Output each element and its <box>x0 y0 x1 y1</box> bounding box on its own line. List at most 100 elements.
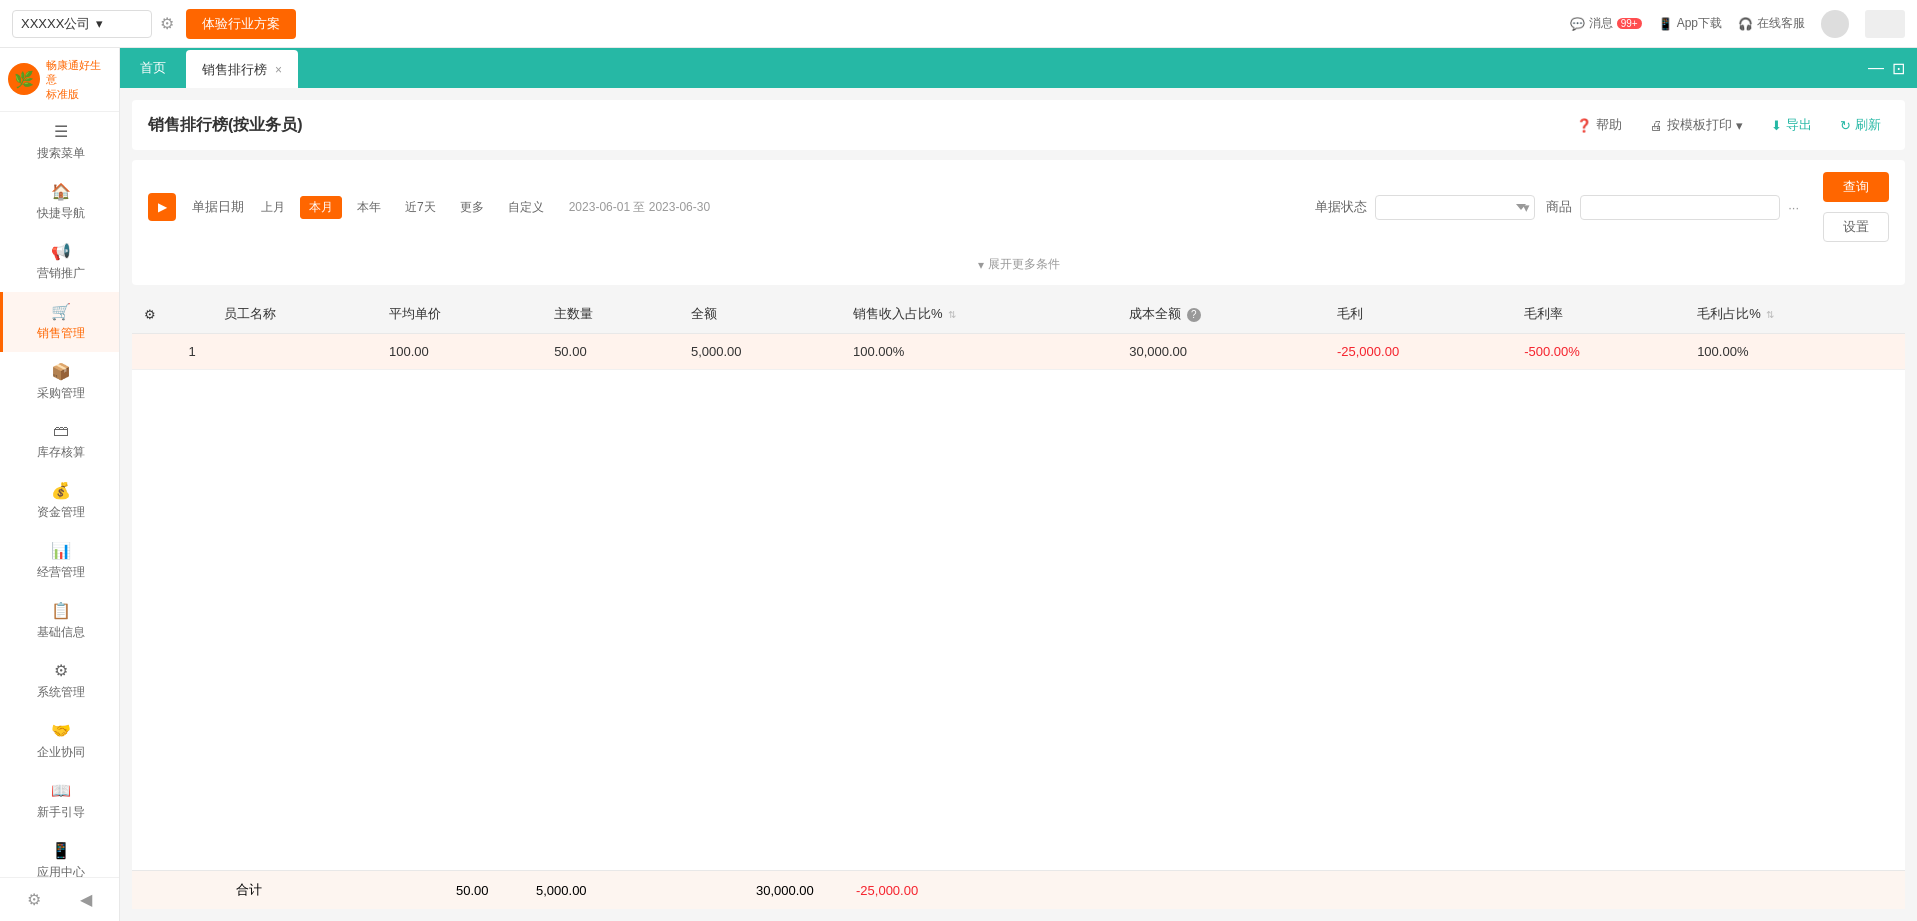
th-cost: 成本全额 ? <box>1117 295 1325 334</box>
sidebar-bottom: ⚙ ◀ <box>0 877 119 921</box>
sidebar-item-enterprise[interactable]: 🤝 企业协同 <box>0 711 119 771</box>
tab-bar-right: — ⊡ <box>1868 59 1917 78</box>
table-wrapper: ⚙ 员工名称 平均单价 主数量 <box>132 295 1905 870</box>
help-label: 帮助 <box>1596 116 1622 134</box>
td-revenue-pct: 100.00% <box>841 334 1117 370</box>
sidebar-settings-icon[interactable]: ⚙ <box>27 890 41 909</box>
sales-ranking-table: ⚙ 员工名称 平均单价 主数量 <box>132 295 1905 370</box>
date-btn-last-month[interactable]: 上月 <box>252 196 294 219</box>
date-btn-custom[interactable]: 自定义 <box>499 196 553 219</box>
td-settings <box>132 334 172 370</box>
th-rank <box>172 295 212 334</box>
goods-input[interactable] <box>1580 195 1780 220</box>
expand-label: 展开更多条件 <box>988 256 1060 273</box>
footer-cost: 30,000.00 <box>744 883 844 898</box>
tab-sales-ranking[interactable]: 销售排行榜 × <box>186 50 298 90</box>
trial-btn[interactable]: 体验行业方案 <box>186 9 296 39</box>
page-title: 销售排行榜(按业务员) <box>148 115 303 136</box>
cost-info-icon[interactable]: ? <box>1187 308 1201 322</box>
header-right: 💬 消息 99+ 📱 App下载 🎧 在线客服 <box>1570 10 1905 38</box>
sidebar-item-label: 资金管理 <box>37 504 85 521</box>
goods-more-icon[interactable]: ··· <box>1788 200 1799 215</box>
message-btn[interactable]: 💬 消息 99+ <box>1570 15 1642 32</box>
sidebar-item-basic-info[interactable]: 📋 基础信息 <box>0 591 119 651</box>
tab-home[interactable]: 首页 <box>120 48 186 88</box>
avatar[interactable] <box>1821 10 1849 38</box>
sidebar-item-marketing[interactable]: 📢 营销推广 <box>0 232 119 292</box>
sidebar-item-sales[interactable]: 🛒 销售管理 <box>0 292 119 352</box>
collapse-sidebar-icon[interactable]: ◀ <box>80 890 92 909</box>
date-btn-this-year[interactable]: 本年 <box>348 196 390 219</box>
footer-label: 合计 <box>224 881 344 899</box>
content-area: 首页 销售排行榜 × — ⊡ 销售排行榜(按业务员) ❓ 帮助 <box>120 48 1917 921</box>
template-print-btn[interactable]: 🖨 按模板打印 ▾ <box>1642 112 1751 138</box>
tab-maximize-icon[interactable]: ⊡ <box>1892 59 1905 78</box>
td-profit-pct: 100.00% <box>1685 334 1905 370</box>
company-selector[interactable]: XXXXX公司 ▾ <box>12 10 152 38</box>
th-profit-pct-label: 毛利占比% <box>1697 306 1761 321</box>
th-employee: 员工名称 <box>212 295 377 334</box>
sidebar-item-app-center[interactable]: 📱 应用中心 <box>0 831 119 877</box>
export-btn[interactable]: ⬇ 导出 <box>1763 112 1820 138</box>
sidebar-item-finance[interactable]: 💰 资金管理 <box>0 471 119 531</box>
sidebar-item-label: 营销推广 <box>37 265 85 282</box>
date-btn-7days[interactable]: 近7天 <box>396 196 445 219</box>
sidebar-item-quick-nav[interactable]: 🏠 快捷导航 <box>0 172 119 232</box>
table-row: 1 100.00 50.00 5,000.00 100.00% 30,000.0… <box>132 334 1905 370</box>
sidebar-item-search-order[interactable]: ☰ 搜索菜单 <box>0 112 119 172</box>
date-btn-this-month[interactable]: 本月 <box>300 196 342 219</box>
home-icon: 🏠 <box>51 182 71 201</box>
th-profit-rate: 毛利率 <box>1512 295 1685 334</box>
column-settings-icon[interactable]: ⚙ <box>144 307 156 322</box>
th-amount-label: 全额 <box>691 306 717 321</box>
th-profit: 毛利 <box>1325 295 1512 334</box>
main-layout: 🌿 畅康通好生意 标准版 ☰ 搜索菜单 🏠 快捷导航 📢 营销推广 🛒 <box>0 48 1917 921</box>
profit-pct-sort-icon[interactable]: ⇅ <box>1766 309 1774 320</box>
sidebar-item-purchase[interactable]: 📦 采购管理 <box>0 352 119 412</box>
user-name-placeholder <box>1865 10 1905 38</box>
message-badge: 99+ <box>1617 18 1642 29</box>
tab-minimize-icon[interactable]: — <box>1868 59 1884 77</box>
sidebar-item-label: 库存核算 <box>37 444 85 461</box>
sidebar-item-system[interactable]: ⚙ 系统管理 <box>0 651 119 711</box>
date-btn-more[interactable]: 更多 <box>451 196 493 219</box>
sidebar-item-operations[interactable]: 📊 经营管理 <box>0 531 119 591</box>
refresh-btn[interactable]: ↻ 刷新 <box>1832 112 1889 138</box>
sidebar-item-label: 快捷导航 <box>37 205 85 222</box>
status-select[interactable] <box>1375 195 1535 220</box>
sidebar-item-label: 系统管理 <box>37 684 85 701</box>
help-btn[interactable]: ❓ 帮助 <box>1568 112 1630 138</box>
top-header: XXXXX公司 ▾ ⚙ 体验行业方案 💬 消息 99+ 📱 App下载 🎧 在线… <box>0 0 1917 48</box>
expand-btn[interactable]: ▾ 展开更多条件 <box>978 256 1060 273</box>
app-download-btn[interactable]: 📱 App下载 <box>1658 15 1722 32</box>
system-icon: ⚙ <box>54 661 68 680</box>
query-btn[interactable]: 查询 <box>1823 172 1889 202</box>
td-avg-price: 100.00 <box>377 334 542 370</box>
filter-row: ▶ 单据日期 上月 本月 本年 近7天 更多 自定义 2023-06 <box>148 172 1889 242</box>
app-download-label: App下载 <box>1677 15 1722 32</box>
tab-label: 销售排行榜 <box>202 61 267 79</box>
tab-close-icon[interactable]: × <box>275 63 282 77</box>
date-filter-label: 单据日期 <box>192 198 244 216</box>
app-center-icon: 📱 <box>51 841 71 860</box>
online-service-btn[interactable]: 🎧 在线客服 <box>1738 15 1805 32</box>
filter-toggle-btn[interactable]: ▶ <box>148 193 176 221</box>
gear-icon[interactable]: ⚙ <box>160 14 174 33</box>
revenue-sort-icon[interactable]: ⇅ <box>948 309 956 320</box>
th-cost-label: 成本全额 <box>1129 306 1181 321</box>
td-qty: 50.00 <box>542 334 679 370</box>
help-icon: ❓ <box>1576 118 1592 133</box>
status-filter: 单据状态 ▾ <box>1315 195 1530 220</box>
sidebar-item-label: 销售管理 <box>37 325 85 342</box>
setting-btn[interactable]: 设置 <box>1823 212 1889 242</box>
logo-icon: 🌿 <box>8 63 40 95</box>
footer-amount: 5,000.00 <box>524 883 624 898</box>
th-profit-label: 毛利 <box>1337 306 1363 321</box>
th-revenue-pct: 销售收入占比% ⇅ <box>841 295 1117 334</box>
sidebar-item-inventory[interactable]: 🗃 库存核算 <box>0 412 119 471</box>
print-icon: 🖨 <box>1650 118 1663 133</box>
expand-row: ▾ 展开更多条件 <box>148 248 1889 273</box>
message-icon: 💬 <box>1570 17 1585 31</box>
sidebar-item-guide[interactable]: 📖 新手引导 <box>0 771 119 831</box>
page-content: 销售排行榜(按业务员) ❓ 帮助 🖨 按模板打印 ▾ ⬇ 导出 <box>120 88 1917 921</box>
